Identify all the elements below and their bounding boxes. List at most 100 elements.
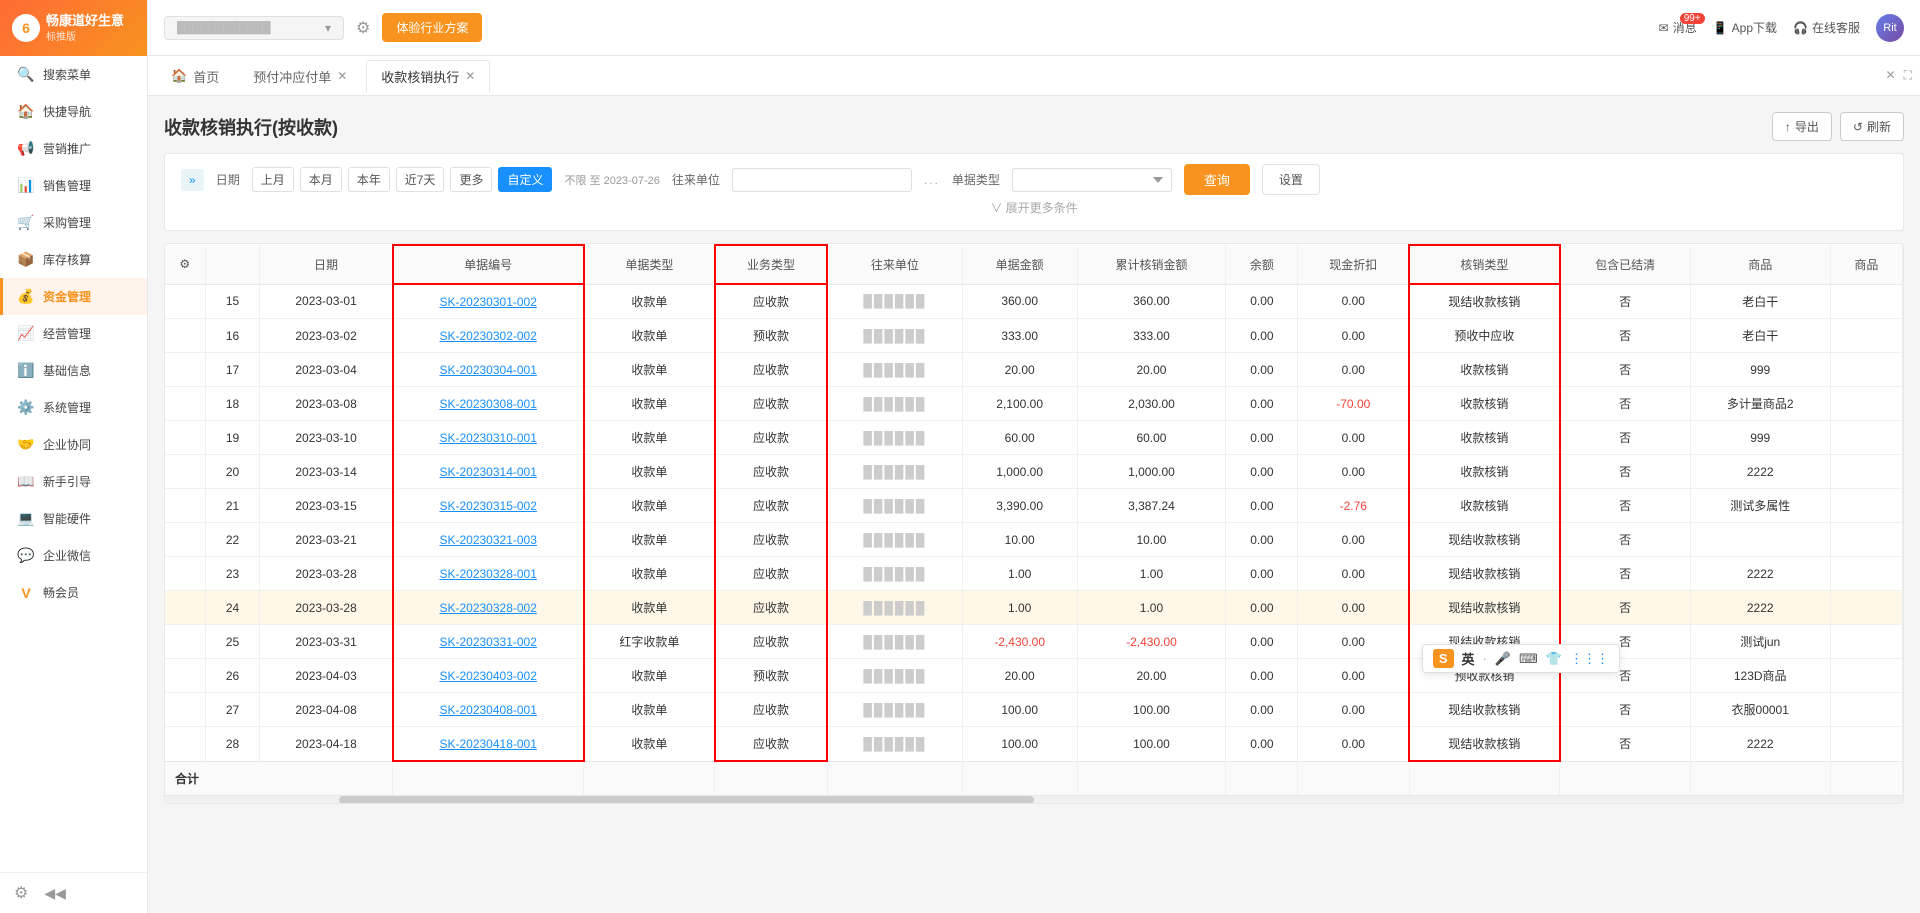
app-download-action[interactable]: 📱 App下载 (1713, 19, 1777, 36)
tab-close-receivable[interactable]: ✕ (337, 69, 347, 83)
td-settings[interactable] (165, 591, 205, 625)
td-settings[interactable] (165, 353, 205, 387)
tab-home[interactable]: 🏠 首页 (156, 60, 234, 92)
sidebar-item-corp[interactable]: 🤝 企业协同 (0, 426, 147, 463)
th-bill-type[interactable]: 单据类型 (584, 245, 715, 284)
sidebar-settings-icon[interactable]: ⚙ (14, 883, 28, 903)
th-offset-type[interactable]: 核销类型 (1409, 245, 1559, 284)
table-scroll-bar[interactable] (165, 795, 1903, 803)
td-settings[interactable] (165, 387, 205, 421)
sidebar-item-label: 快捷导航 (43, 103, 91, 120)
td-settings[interactable] (165, 557, 205, 591)
workspace-selector[interactable]: ████████████ ▾ (164, 16, 344, 40)
date-btn-this-month[interactable]: 本月 (300, 167, 342, 192)
td-bill-no[interactable]: SK-20230302-002 (393, 319, 584, 353)
tab-close-collection[interactable]: ✕ (465, 69, 475, 83)
export-button[interactable]: ↑ 导出 (1772, 112, 1832, 141)
td-settings[interactable] (165, 284, 205, 319)
expand-more-conditions[interactable]: ∨ 展开更多条件 (181, 195, 1887, 220)
td-bill-no[interactable]: SK-20230301-002 (393, 284, 584, 319)
sidebar-item-finance[interactable]: 💰 资金管理 (0, 278, 147, 315)
date-btn-more[interactable]: 更多 (450, 167, 492, 192)
th-total-offset[interactable]: 累计核销金额 (1077, 245, 1226, 284)
td-offset-type: 收款核销 (1409, 489, 1559, 523)
td-bill-amount: 20.00 (962, 353, 1077, 387)
bill-type-filter-select[interactable] (1012, 168, 1172, 192)
tab-collection[interactable]: 收款核销执行 ✕ (366, 60, 490, 92)
th-balance[interactable]: 余额 (1226, 245, 1298, 284)
td-row-no: 28 (205, 727, 260, 762)
close-window-icon[interactable]: ✕ (1886, 68, 1896, 83)
hardware-icon: 💻 (17, 510, 35, 527)
refresh-button[interactable]: ↺ 刷新 (1840, 112, 1904, 141)
sidebar-item-label: 销售管理 (43, 177, 91, 194)
td-bill-no[interactable]: SK-20230331-002 (393, 625, 584, 659)
td-settings[interactable] (165, 659, 205, 693)
th-include-cleared[interactable]: 包含已结清 (1560, 245, 1690, 284)
sidebar-item-hardware[interactable]: 💻 智能硬件 (0, 500, 147, 537)
td-settings[interactable] (165, 421, 205, 455)
th-date[interactable]: 日期 (260, 245, 393, 284)
td-bill-no[interactable]: SK-20230304-001 (393, 353, 584, 387)
td-bill-no[interactable]: SK-20230314-001 (393, 455, 584, 489)
th-goods[interactable]: 商品 (1690, 245, 1830, 284)
td-settings[interactable] (165, 489, 205, 523)
solution-button[interactable]: 体验行业方案 (382, 13, 482, 42)
sidebar-item-guide[interactable]: 📖 新手引导 (0, 463, 147, 500)
th-goods2[interactable]: 商品 (1830, 245, 1902, 284)
sidebar-item-member[interactable]: V 畅会员 (0, 574, 147, 611)
td-settings[interactable] (165, 455, 205, 489)
sidebar-item-inventory[interactable]: 📦 库存核算 (0, 241, 147, 278)
td-settings[interactable] (165, 727, 205, 762)
th-bill-amount[interactable]: 单据金额 (962, 245, 1077, 284)
td-bill-no[interactable]: SK-20230310-001 (393, 421, 584, 455)
td-bill-no[interactable]: SK-20230308-001 (393, 387, 584, 421)
td-bill-no[interactable]: SK-20230315-002 (393, 489, 584, 523)
td-biz-type: 应收款 (715, 625, 827, 659)
message-action[interactable]: ✉ 消息 99+ (1659, 19, 1697, 36)
sidebar-item-purchase[interactable]: 🛒 采购管理 (0, 204, 147, 241)
sidebar-item-operations[interactable]: 📈 经营管理 (0, 315, 147, 352)
search-icon: 🔍 (17, 66, 35, 83)
sidebar-item-system[interactable]: ⚙️ 系统管理 (0, 389, 147, 426)
sidebar-collapse-icon[interactable]: ◀◀ (44, 885, 66, 902)
td-settings[interactable] (165, 319, 205, 353)
td-bill-no[interactable]: SK-20230328-002 (393, 591, 584, 625)
th-cash-discount[interactable]: 现金折扣 (1298, 245, 1409, 284)
sidebar-item-marketing[interactable]: 📢 营销推广 (0, 130, 147, 167)
date-btn-7days[interactable]: 近7天 (396, 167, 445, 192)
settings-icon[interactable]: ⚙ (179, 257, 190, 271)
th-bill-no[interactable]: 单据编号 (393, 245, 584, 284)
sidebar-item-search[interactable]: 🔍 搜索菜单 (0, 56, 147, 93)
sidebar-item-quick-nav[interactable]: 🏠 快捷导航 (0, 93, 147, 130)
table-scroll-thumb[interactable] (339, 796, 1034, 804)
user-avatar[interactable]: Rit (1876, 14, 1904, 42)
th-partner[interactable]: 往来单位 (827, 245, 962, 284)
sidebar-item-wechat[interactable]: 💬 企业微信 (0, 537, 147, 574)
th-settings[interactable]: ⚙ (165, 245, 205, 284)
maximize-icon[interactable]: ⛶ (1904, 68, 1912, 83)
th-biz-type[interactable]: 业务类型 (715, 245, 827, 284)
td-bill-no[interactable]: SK-20230403-002 (393, 659, 584, 693)
filter-expand-button[interactable]: » (181, 169, 204, 191)
gear-icon[interactable]: ⚙ (356, 18, 370, 38)
date-btn-this-year[interactable]: 本年 (348, 167, 390, 192)
td-bill-no[interactable]: SK-20230408-001 (393, 693, 584, 727)
td-bill-no[interactable]: SK-20230321-003 (393, 523, 584, 557)
td-bill-no[interactable]: SK-20230328-001 (393, 557, 584, 591)
td-settings[interactable] (165, 625, 205, 659)
sidebar-item-basic[interactable]: ℹ️ 基础信息 (0, 352, 147, 389)
sidebar-item-sales[interactable]: 📊 销售管理 (0, 167, 147, 204)
filter-settings-button[interactable]: 设置 (1262, 164, 1320, 195)
date-btn-custom[interactable]: 自定义 (498, 167, 552, 192)
footer-include-cleared (1560, 761, 1690, 795)
date-btn-last-month[interactable]: 上月 (252, 167, 294, 192)
td-bill-no[interactable]: SK-20230418-001 (393, 727, 584, 762)
online-service-action[interactable]: 🎧 在线客服 (1793, 19, 1860, 36)
td-settings[interactable] (165, 693, 205, 727)
td-settings[interactable] (165, 523, 205, 557)
partner-filter-input[interactable] (732, 168, 912, 192)
query-button[interactable]: 查询 (1184, 164, 1250, 195)
tab-receivable[interactable]: 预付冲应付单 ✕ (238, 60, 362, 92)
sidebar-nav: 🔍 搜索菜单 🏠 快捷导航 📢 营销推广 📊 销售管理 🛒 采购管理 📦 库存核… (0, 56, 147, 872)
